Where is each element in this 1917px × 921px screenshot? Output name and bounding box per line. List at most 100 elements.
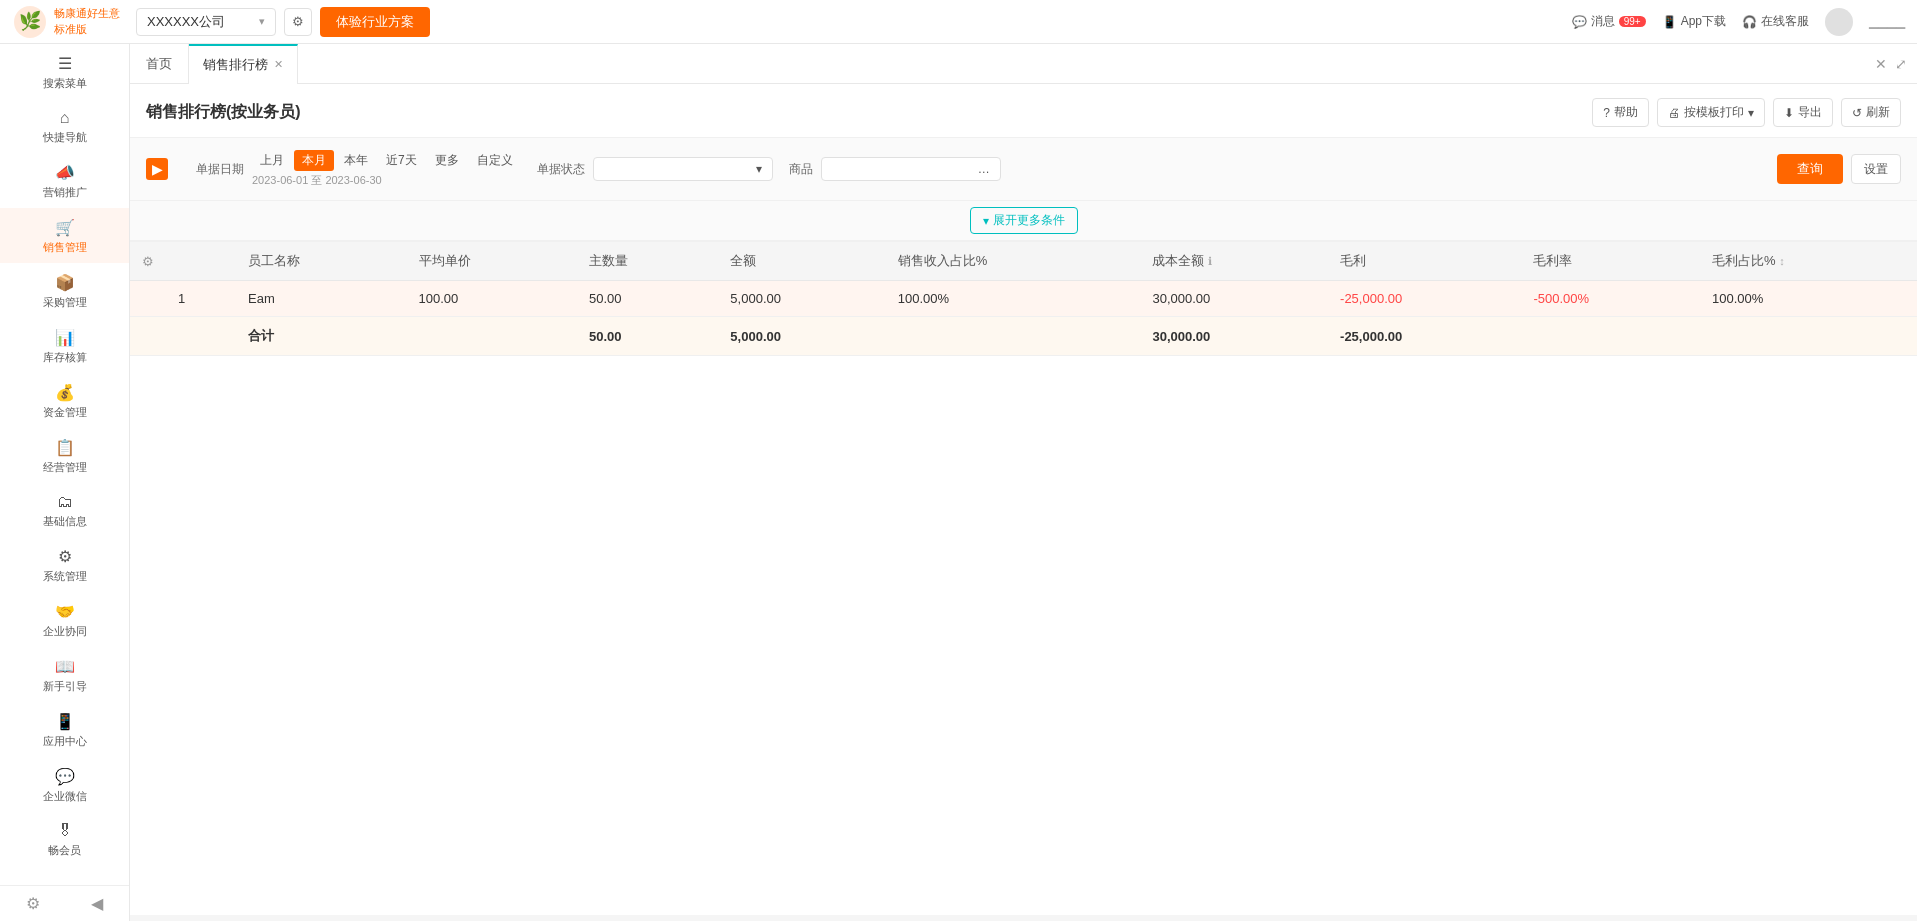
sidebar-item-app-center[interactable]: 📱 应用中心 <box>0 702 129 757</box>
footer-gross: -25,000.00 <box>1328 317 1521 356</box>
sidebar-item-system[interactable]: ⚙ 系统管理 <box>0 537 129 592</box>
sidebar-item-guide[interactable]: 📖 新手引导 <box>0 647 129 702</box>
tab-sales-ranking[interactable]: 销售排行榜 ✕ <box>189 44 298 84</box>
sidebar-item-vip[interactable]: 🎖 畅会员 <box>0 812 129 866</box>
date-filter-label: 单据日期 <box>196 161 244 178</box>
sidebar-item-operations[interactable]: 📋 经营管理 <box>0 428 129 483</box>
service-label: 在线客服 <box>1761 13 1809 30</box>
online-service-button[interactable]: 🎧 在线客服 <box>1742 13 1809 30</box>
sidebar-item-purchase[interactable]: 📦 采购管理 <box>0 263 129 318</box>
app-download-button[interactable]: 📱 App下载 <box>1662 13 1726 30</box>
help-button[interactable]: ? 帮助 <box>1592 98 1649 127</box>
template-print-button[interactable]: 🖨 按模板打印 ▾ <box>1657 98 1765 127</box>
date-tab-last-month[interactable]: 上月 <box>252 150 292 171</box>
col-qty: 主数量 <box>577 242 718 281</box>
date-range-display: 2023-06-01 至 2023-06-30 <box>252 173 521 188</box>
window-close-button[interactable]: ✕ <box>1873 56 1889 72</box>
date-tab-this-year[interactable]: 本年 <box>336 150 376 171</box>
sidebar-item-wechat[interactable]: 💬 企业微信 <box>0 757 129 812</box>
svg-text:🌿: 🌿 <box>19 10 42 32</box>
table-row: 1 Eam 100.00 50.00 5,000.00 100.00% 30,0… <box>130 281 1917 317</box>
window-expand-button[interactable]: ⤢ <box>1893 56 1909 72</box>
col-settings[interactable]: ⚙ <box>130 242 166 281</box>
sidebar-bottom: ⚙ ◀ <box>0 885 129 921</box>
logo-icon: 🌿 <box>12 4 48 40</box>
date-tab-7days[interactable]: 近7天 <box>378 150 425 171</box>
sidebar-item-label-ops: 经营管理 <box>43 460 87 475</box>
query-actions: 查询 设置 <box>1777 154 1901 184</box>
col-rank <box>166 242 236 281</box>
export-icon: ⬇ <box>1784 106 1794 120</box>
row-avg-price: 100.00 <box>407 281 577 317</box>
app-wrapper: 🌿 畅康通好生意 标准版 XXXXXX公司 ▾ ⚙ 体验行业方案 💬 消息 99… <box>0 0 1917 921</box>
company-name: XXXXXX公司 <box>147 13 225 31</box>
query-button[interactable]: 查询 <box>1777 154 1843 184</box>
sidebar-item-enterprise[interactable]: 🤝 企业协同 <box>0 592 129 647</box>
sidebar-item-label-sales: 销售管理 <box>43 240 87 255</box>
row-amount: 5,000.00 <box>718 281 885 317</box>
sidebar-item-label-ent: 企业协同 <box>43 624 87 639</box>
topbar-settings-button[interactable]: ⚙ <box>284 8 312 36</box>
expand-conditions-button[interactable]: ▾ 展开更多条件 <box>970 207 1078 234</box>
tab-label: 销售排行榜 <box>203 56 268 74</box>
status-filter-group: 单据状态 ▾ <box>537 157 773 181</box>
phone-icon: 📱 <box>1662 15 1677 29</box>
footer-gross-rate <box>1521 317 1700 356</box>
sidebar-item-marketing[interactable]: 📣 营销推广 <box>0 153 129 208</box>
row-cost: 30,000.00 <box>1140 281 1328 317</box>
sidebar-item-search-order[interactable]: ☰ 搜索菜单 <box>0 44 129 99</box>
table-body: 1 Eam 100.00 50.00 5,000.00 100.00% 30,0… <box>130 281 1917 317</box>
tab-close-icon[interactable]: ✕ <box>274 58 283 71</box>
top-right-area: 💬 消息 99+ 📱 App下载 🎧 在线客服 ▁▁▁▁ <box>1572 8 1905 36</box>
export-button[interactable]: ⬇ 导出 <box>1773 98 1833 127</box>
status-select[interactable]: ▾ <box>593 157 773 181</box>
purchase-icon: 📦 <box>55 273 75 292</box>
system-icon: ⚙ <box>58 547 72 566</box>
sidebar-item-basic-info[interactable]: 🗂 基础信息 <box>0 483 129 537</box>
date-tab-more[interactable]: 更多 <box>427 150 467 171</box>
avatar[interactable] <box>1825 8 1853 36</box>
date-tab-custom[interactable]: 自定义 <box>469 150 521 171</box>
footer-avg-price <box>407 317 577 356</box>
col-gross-rate: 毛利率 <box>1521 242 1700 281</box>
sidebar-collapse-button[interactable]: ◀ <box>91 894 103 913</box>
logo-area: 🌿 畅康通好生意 标准版 <box>12 4 120 40</box>
row-gross-rate: -500.00% <box>1521 281 1700 317</box>
filter-area: ▶ 单据日期 上月 本月 本年 近7天 更多 <box>130 138 1917 242</box>
trial-button[interactable]: 体验行业方案 <box>320 7 430 37</box>
sidebar-settings-button[interactable]: ⚙ <box>26 894 40 913</box>
sidebar-item-label-wechat: 企业微信 <box>43 789 87 804</box>
goods-select[interactable]: … <box>821 157 1001 181</box>
print-chevron-icon: ▾ <box>1748 106 1754 120</box>
sidebar-item-sales[interactable]: 🛒 销售管理 <box>0 208 129 263</box>
sidebar-item-label-finance: 资金管理 <box>43 405 87 420</box>
gross-pct-icon: ↕ <box>1779 255 1785 267</box>
page-title: 销售排行榜(按业务员) <box>146 102 301 123</box>
content-area: 首页 销售排行榜 ✕ ✕ ⤢ 销售排行榜(按业务员) <box>130 44 1917 921</box>
sidebar-item-finance[interactable]: 💰 资金管理 <box>0 373 129 428</box>
logo-text: 畅康通好生意 标准版 <box>54 6 120 37</box>
message-button[interactable]: 💬 消息 99+ <box>1572 13 1646 30</box>
status-filter-label: 单据状态 <box>537 161 585 178</box>
finance-icon: 💰 <box>55 383 75 402</box>
wechat-icon: 💬 <box>55 767 75 786</box>
date-tab-this-month[interactable]: 本月 <box>294 150 334 171</box>
filter-arrow-button[interactable]: ▶ <box>146 158 168 180</box>
gear-icon: ⚙ <box>292 14 304 29</box>
guide-icon: 📖 <box>55 657 75 676</box>
sidebar-item-quick-nav[interactable]: ⌂ 快捷导航 <box>0 99 129 153</box>
refresh-button[interactable]: ↺ 刷新 <box>1841 98 1901 127</box>
quick-nav-icon: ⌂ <box>60 109 70 127</box>
col-sales-pct: 销售收入占比% <box>886 242 1141 281</box>
sidebar-item-label-search: 搜索菜单 <box>43 76 87 91</box>
row-gross-pct: 100.00% <box>1700 281 1917 317</box>
footer-amount: 5,000.00 <box>718 317 885 356</box>
page-body: 销售排行榜(按业务员) ? 帮助 🖨 按模板打印 ▾ <box>130 84 1917 921</box>
tab-home[interactable]: 首页 <box>130 44 189 84</box>
chevron-down-icon: ▾ <box>259 15 265 28</box>
company-selector[interactable]: XXXXXX公司 ▾ <box>136 8 276 36</box>
sidebar-item-inventory[interactable]: 📊 库存核算 <box>0 318 129 373</box>
sidebar-item-label-vip: 畅会员 <box>48 843 81 858</box>
footer-gross-pct <box>1700 317 1917 356</box>
settings-small-button[interactable]: 设置 <box>1851 154 1901 184</box>
